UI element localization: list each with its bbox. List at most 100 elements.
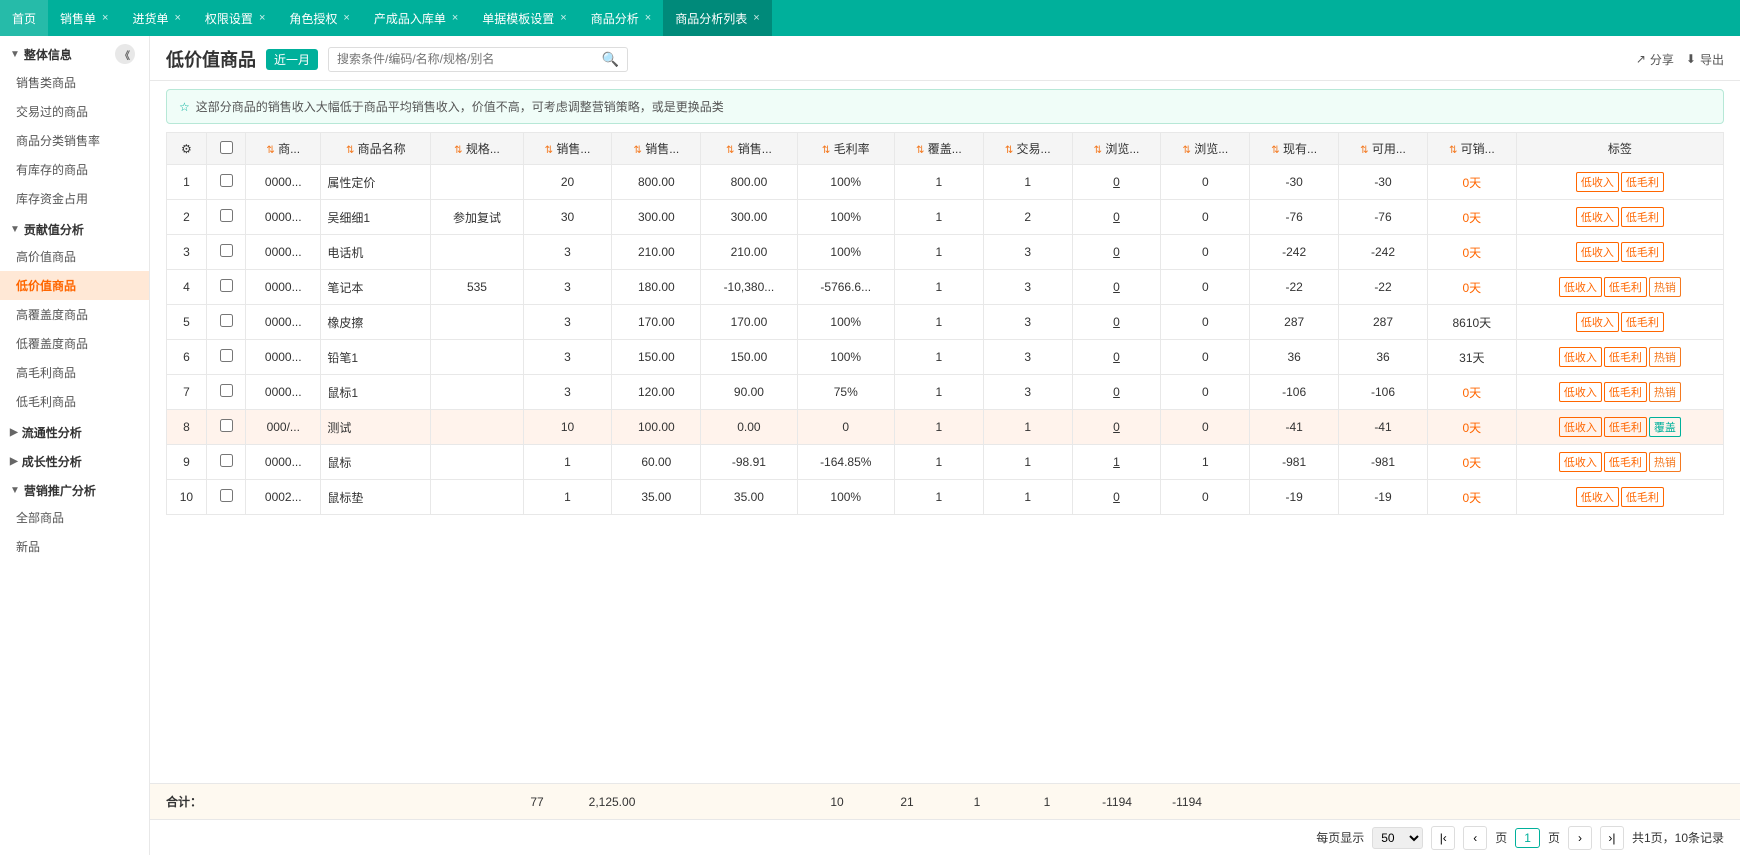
search-input[interactable] (337, 52, 596, 66)
cell-checkbox[interactable] (206, 480, 245, 515)
sidebar-group-circulation[interactable]: ▶ 流通性分析 (0, 416, 149, 445)
sort-icon[interactable]: ⇅ (633, 145, 641, 156)
sidebar-item-new-goods[interactable]: 新品 (0, 532, 149, 561)
sidebar-item-low-coverage[interactable]: 低覆盖度商品 (0, 329, 149, 358)
sidebar-group-marketing[interactable]: ▼ 营销推广分析 (0, 474, 149, 503)
sort-icon[interactable]: ⇅ (545, 145, 553, 156)
row-checkbox[interactable] (220, 244, 233, 257)
cell-coverage: 1 (894, 235, 983, 270)
settings-icon[interactable]: ⚙ (181, 142, 192, 156)
cell-checkbox[interactable] (206, 375, 245, 410)
export-button[interactable]: ⬇ 导出 (1686, 51, 1724, 68)
sort-icon[interactable]: ⇅ (1182, 145, 1190, 156)
sort-icon[interactable]: ⇅ (916, 145, 924, 156)
close-icon[interactable]: × (753, 12, 759, 24)
row-checkbox[interactable] (220, 454, 233, 467)
sort-icon[interactable]: ⇅ (1449, 145, 1457, 156)
sort-icon[interactable]: ⇅ (346, 145, 354, 156)
cell-checkbox[interactable] (206, 235, 245, 270)
nav-item-template[interactable]: 单据模板设置 × (470, 0, 578, 36)
nav-item-analysis-list[interactable]: 商品分析列表 × (663, 0, 771, 36)
view-link[interactable]: 0 (1113, 385, 1120, 399)
search-box: 🔍 (328, 47, 628, 72)
view-link[interactable]: 0 (1113, 350, 1120, 364)
first-page-button[interactable]: |‹ (1431, 826, 1455, 850)
sidebar-group-growth[interactable]: ▶ 成长性分析 (0, 445, 149, 474)
sidebar-group-contribution[interactable]: ▼ 贡献值分析 (0, 213, 149, 242)
close-icon[interactable]: × (259, 12, 265, 24)
sort-icon[interactable]: ⇅ (822, 145, 830, 156)
collapse-button[interactable]: 《 (115, 44, 135, 64)
row-checkbox[interactable] (220, 384, 233, 397)
sidebar-item-low-value[interactable]: 低价值商品 (0, 271, 149, 300)
sidebar-group-overall[interactable]: ▼ 整体信息 《 (0, 36, 149, 68)
close-icon[interactable]: × (174, 12, 180, 24)
view-link[interactable]: 0 (1113, 245, 1120, 259)
cell-checkbox[interactable] (206, 270, 245, 305)
per-page-select[interactable]: 50 100 200 (1372, 827, 1423, 849)
col-settings[interactable]: ⚙ (167, 133, 207, 165)
nav-item-permissions[interactable]: 权限设置 × (193, 0, 277, 36)
view-link[interactable]: 0 (1113, 210, 1120, 224)
sort-icon[interactable]: ⇅ (454, 145, 462, 156)
col-checkbox[interactable] (206, 133, 245, 165)
cell-checkbox[interactable] (206, 165, 245, 200)
cell-checkbox[interactable] (206, 305, 245, 340)
close-icon[interactable]: × (560, 12, 566, 24)
sidebar-item-high-value[interactable]: 高价值商品 (0, 242, 149, 271)
prev-page-button[interactable]: ‹ (1463, 826, 1487, 850)
view-link[interactable]: 0 (1113, 490, 1120, 504)
nav-item-roles[interactable]: 角色授权 × (277, 0, 361, 36)
cell-checkbox[interactable] (206, 410, 245, 445)
cell-checkbox[interactable] (206, 445, 245, 480)
row-checkbox[interactable] (220, 349, 233, 362)
sidebar-item-all-goods[interactable]: 全部商品 (0, 503, 149, 532)
close-icon[interactable]: × (343, 12, 349, 24)
sort-icon[interactable]: ⇅ (1360, 145, 1368, 156)
filter-tag[interactable]: 近一月 (266, 49, 318, 70)
sort-icon[interactable]: ⇅ (726, 145, 734, 156)
row-checkbox[interactable] (220, 314, 233, 327)
sidebar-item-stock-fund[interactable]: 库存资金占用 (0, 184, 149, 213)
sidebar-item-traded-goods[interactable]: 交易过的商品 (0, 97, 149, 126)
next-page-button[interactable]: › (1568, 826, 1592, 850)
sort-icon[interactable]: ⇅ (1271, 145, 1279, 156)
sidebar-item-high-coverage[interactable]: 高覆盖度商品 (0, 300, 149, 329)
sort-icon[interactable]: ⇅ (1005, 145, 1013, 156)
close-icon[interactable]: × (452, 12, 458, 24)
nav-item-warehouse[interactable]: 产成品入库单 × (362, 0, 470, 36)
sort-icon[interactable]: ⇅ (266, 145, 274, 156)
select-all-checkbox[interactable] (220, 141, 233, 154)
sidebar-item-stock-goods[interactable]: 有库存的商品 (0, 155, 149, 184)
view-link[interactable]: 1 (1113, 455, 1120, 469)
nav-item-home[interactable]: 首页 (0, 0, 48, 36)
nav-item-purchase[interactable]: 进货单 × (120, 0, 192, 36)
row-checkbox[interactable] (220, 419, 233, 432)
view-link[interactable]: 0 (1113, 315, 1120, 329)
sidebar-item-sales-goods[interactable]: 销售类商品 (0, 68, 149, 97)
view-link[interactable]: 0 (1113, 420, 1120, 434)
search-icon[interactable]: 🔍 (602, 51, 619, 68)
cell-stock2: -30 (1339, 165, 1428, 200)
sidebar-item-low-margin[interactable]: 低毛利商品 (0, 387, 149, 416)
row-checkbox[interactable] (220, 174, 233, 187)
nav-item-analysis[interactable]: 商品分析 × (579, 0, 663, 36)
row-checkbox[interactable] (220, 279, 233, 292)
view-link[interactable]: 0 (1113, 280, 1120, 294)
cell-checkbox[interactable] (206, 340, 245, 375)
close-icon[interactable]: × (102, 12, 108, 24)
cell-tags: 低收入低毛利热销 (1516, 375, 1723, 410)
view-link[interactable]: 0 (1113, 175, 1120, 189)
sidebar-item-category-rate[interactable]: 商品分类销售率 (0, 126, 149, 155)
last-page-button[interactable]: ›| (1600, 826, 1624, 850)
sort-icon[interactable]: ⇅ (1094, 145, 1102, 156)
cell-checkbox[interactable] (206, 200, 245, 235)
close-icon[interactable]: × (645, 12, 651, 24)
sidebar-item-high-margin[interactable]: 高毛利商品 (0, 358, 149, 387)
row-checkbox[interactable] (220, 489, 233, 502)
row-checkbox[interactable] (220, 209, 233, 222)
share-button[interactable]: ↗ 分享 (1636, 51, 1674, 68)
nav-item-sales[interactable]: 销售单 × (48, 0, 120, 36)
cell-no: 1 (167, 165, 207, 200)
cell-margin: 100% (797, 165, 894, 200)
